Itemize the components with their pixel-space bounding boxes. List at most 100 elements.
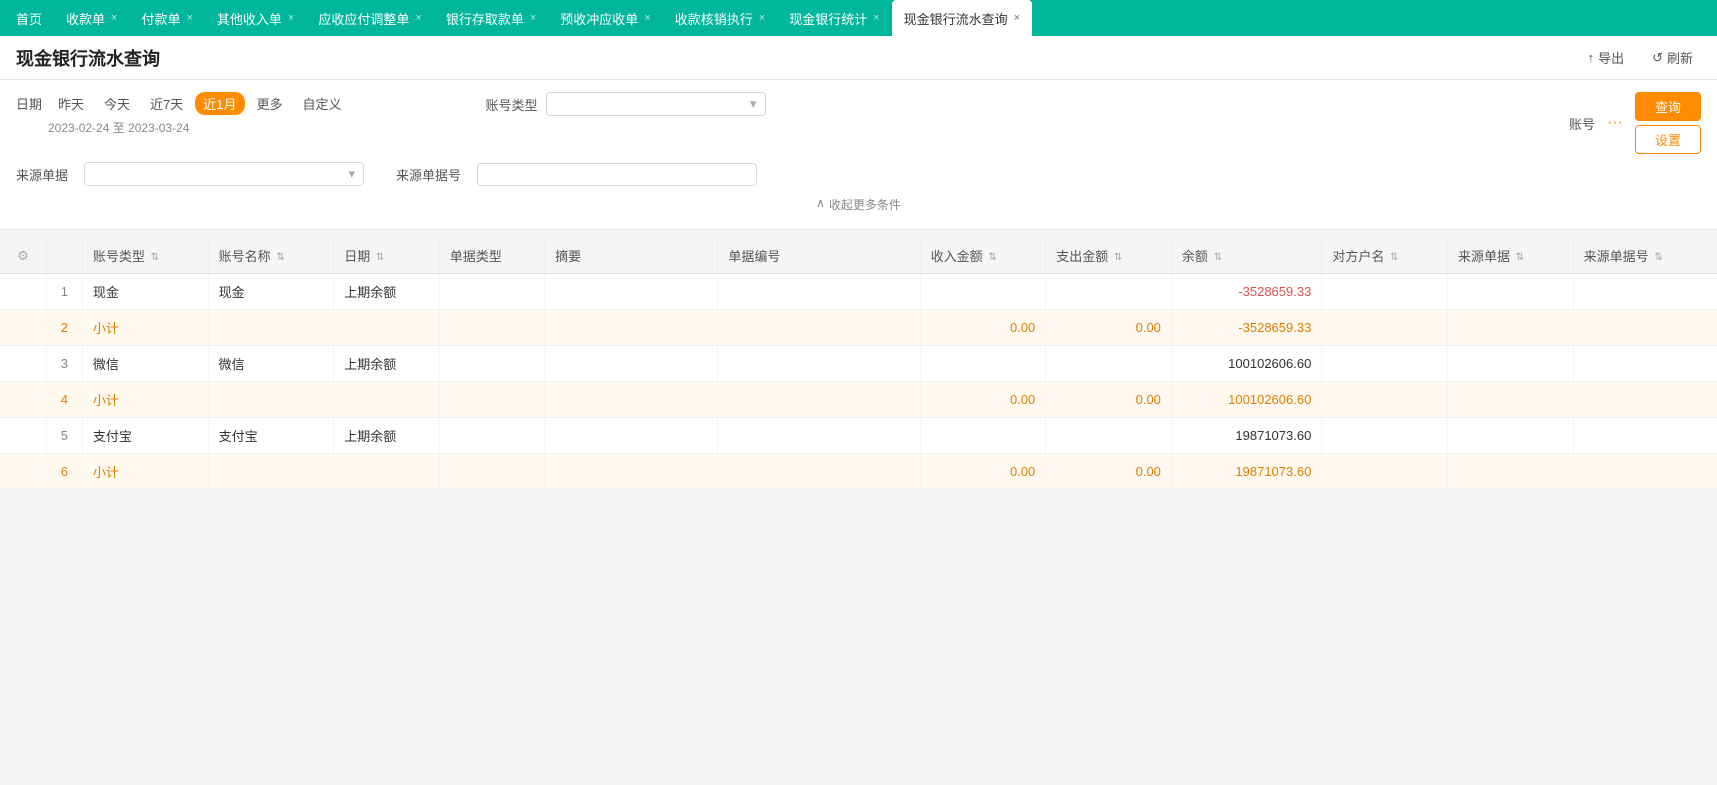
col-balance[interactable]: 余额 ⇅ [1171,238,1321,274]
row-counterpart [1322,454,1448,490]
nav-label-adjustment: 应收应付调整单 [318,9,409,28]
row-expense [1046,418,1172,454]
nav-item-advance[interactable]: 预收冲应收单 × [548,0,662,36]
row-source-doc-no [1573,418,1717,454]
date-option-7days[interactable]: 近7天 [142,92,191,115]
close-icon-advance[interactable]: × [644,12,650,24]
col-counterpart[interactable]: 对方户名 ⇅ [1322,238,1448,274]
row-doc-type [439,382,544,418]
date-option-1month[interactable]: 近1月 [195,92,244,115]
col-source-doc[interactable]: 来源单据 ⇅ [1448,238,1574,274]
row-income [920,418,1046,454]
date-option-more[interactable]: 更多 [249,92,291,115]
collapse-icon: ∧ [816,196,825,213]
export-button[interactable]: ↑ 导出 [1580,44,1633,71]
row-gear [0,274,46,310]
nav-label-advance: 预收冲应收单 [560,9,638,28]
col-account-name[interactable]: 账号名称 ⇅ [208,238,334,274]
row-doc-no [718,310,920,346]
row-num: 2 [46,310,82,346]
row-summary [545,454,718,490]
refresh-button[interactable]: ↺ 刷新 [1644,44,1701,71]
nav-label-bank-deposit: 银行存取款单 [446,9,524,28]
col-date[interactable]: 日期 ⇅ [334,238,439,274]
nav-label-home: 首页 [16,9,42,28]
row-account-name [208,382,334,418]
row-source-doc-no [1573,310,1717,346]
nav-item-writeoff[interactable]: 收款核销执行 × [663,0,777,36]
col-income[interactable]: 收入金额 ⇅ [920,238,1046,274]
col-expense[interactable]: 支出金额 ⇅ [1046,238,1172,274]
row-gear [0,310,46,346]
nav-label-other-income: 其他收入单 [217,9,282,28]
row-account-name [208,310,334,346]
row-summary [545,310,718,346]
date-label: 日期 [16,94,42,113]
row-doc-no [718,418,920,454]
row-gear [0,454,46,490]
account-ellipsis-button[interactable]: ··· [1603,114,1627,132]
col-account-type[interactable]: 账号类型 ⇅ [82,238,208,274]
row-source-doc [1448,418,1574,454]
row-num: 1 [46,274,82,310]
row-num: 4 [46,382,82,418]
close-icon-cashflow[interactable]: × [1014,12,1020,24]
row-num: 5 [46,418,82,454]
nav-item-payment[interactable]: 付款单 × [129,0,204,36]
row-doc-no [718,274,920,310]
query-button[interactable]: 查询 [1635,92,1701,121]
row-counterpart [1322,346,1448,382]
row-account-name: 微信 [208,346,334,382]
sort-icon-expense: ⇅ [1114,252,1122,263]
table-wrap: ⚙ 账号类型 ⇅ 账号名称 ⇅ 日期 ⇅ 单据类型 [0,238,1717,490]
row-account-name [208,454,334,490]
table-row: 1 现金 现金 上期余额 -3528659.33 [0,274,1717,310]
date-option-custom[interactable]: 自定义 [295,92,350,115]
row-source-doc-no [1573,454,1717,490]
settings-button[interactable]: 设置 [1635,125,1701,154]
close-icon-receipt[interactable]: × [111,12,117,24]
table-body: 1 现金 现金 上期余额 -3528659.33 2 小计 0.00 0.00 … [0,274,1717,490]
nav-item-statistics[interactable]: 现金银行统计 × [777,0,891,36]
nav-item-home[interactable]: 首页 [4,0,54,36]
close-icon-bank-deposit[interactable]: × [530,12,536,24]
nav-item-receipt[interactable]: 收款单 × [54,0,129,36]
nav-item-adjustment[interactable]: 应收应付调整单 × [306,0,433,36]
account-type-select[interactable]: ▾ [546,92,766,116]
close-icon-other-income[interactable]: × [288,12,294,24]
col-num [46,238,82,274]
row-balance: -3528659.33 [1171,274,1321,310]
close-icon-statistics[interactable]: × [873,12,879,24]
row-summary [545,382,718,418]
close-icon-adjustment[interactable]: × [415,12,421,24]
source-doc-label: 来源单据 [16,165,68,184]
export-label: 导出 [1598,48,1624,67]
sort-icon-account-name: ⇅ [276,252,284,263]
date-options: 昨天 今天 近7天 近1月 更多 自定义 [50,92,350,115]
close-icon-writeoff[interactable]: × [759,12,765,24]
nav-item-bank-deposit[interactable]: 银行存取款单 × [434,0,548,36]
col-doc-type: 单据类型 [439,238,544,274]
collapse-label: 收起更多条件 [829,196,901,213]
collapse-bar[interactable]: ∧ 收起更多条件 [16,192,1701,217]
source-doc-select[interactable]: ▾ [84,162,364,186]
nav-item-cashflow[interactable]: 现金银行流水查询 × [892,0,1032,36]
row-account-name: 现金 [208,274,334,310]
table-row: 6 小计 0.00 0.00 19871073.60 [0,454,1717,490]
row-date: 上期余额 [334,346,439,382]
col-gear: ⚙ [0,238,46,274]
row-source-doc [1448,382,1574,418]
row-date [334,310,439,346]
col-source-doc-no[interactable]: 来源单据号 ⇅ [1573,238,1717,274]
row-num: 6 [46,454,82,490]
row-balance: 100102606.60 [1171,382,1321,418]
nav-label-payment: 付款单 [141,9,180,28]
close-icon-payment[interactable]: × [186,12,192,24]
date-option-yesterday[interactable]: 昨天 [50,92,92,115]
row-expense: 0.00 [1046,310,1172,346]
nav-item-other-income[interactable]: 其他收入单 × [205,0,306,36]
source-doc-no-input[interactable] [477,163,757,186]
gear-icon[interactable]: ⚙ [17,248,29,263]
date-option-today[interactable]: 今天 [96,92,138,115]
row-summary [545,418,718,454]
